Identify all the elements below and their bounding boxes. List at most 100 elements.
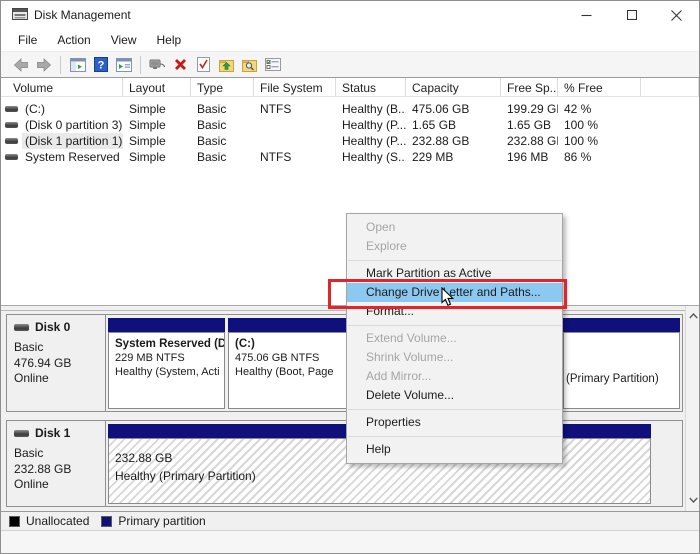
column-header-pct-free[interactable]: % Free <box>558 78 641 96</box>
cell-free-space: 196 MB <box>501 149 558 165</box>
primary-partition-swatch <box>101 516 112 527</box>
cell-capacity: 1.65 GB <box>406 117 501 133</box>
cell-file-system <box>254 117 336 133</box>
menu-item-properties[interactable]: Properties <box>347 413 562 432</box>
disk0-partition3[interactable]: (Primary Partition) <box>563 332 680 409</box>
volume-row-c[interactable]: (C:) Simple Basic NTFS Healthy (B... 475… <box>1 101 699 117</box>
cell-layout: Simple <box>123 133 191 149</box>
cell-file-system: NTFS <box>254 101 336 117</box>
menu-help[interactable]: Help <box>149 30 190 51</box>
menu-item-help[interactable]: Help <box>347 440 562 459</box>
cell-free-space: 232.88 GB <box>501 133 558 149</box>
cell-pct-free: 100 % <box>558 117 641 133</box>
volume-list-header: Volume Layout Type File System Status Ca… <box>1 78 699 97</box>
menu-separator <box>347 256 562 264</box>
volume-name: (Disk 0 partition 3) <box>22 117 123 133</box>
maximize-button[interactable] <box>609 1 655 29</box>
column-header-type[interactable]: Type <box>191 78 254 96</box>
close-icon <box>671 10 682 21</box>
column-header-file-system[interactable]: File System <box>254 78 336 96</box>
column-header-filler <box>641 78 699 96</box>
disk-status: Online <box>14 477 105 493</box>
menu-separator <box>347 432 562 440</box>
cell-free-space: 1.65 GB <box>501 117 558 133</box>
toolbar-separator <box>140 56 141 74</box>
disk1-header[interactable]: Disk 1 Basic 232.88 GB Online <box>7 421 106 506</box>
column-header-volume[interactable]: Volume <box>1 78 123 96</box>
cell-type: Basic <box>191 133 254 149</box>
volume-row-disk0-part3[interactable]: (Disk 0 partition 3) Simple Basic Health… <box>1 117 699 133</box>
legend-primary-label: Primary partition <box>118 514 205 528</box>
forward-icon <box>36 58 52 72</box>
folder-search-icon <box>242 58 257 72</box>
cell-status: Healthy (B... <box>336 101 406 117</box>
disk-size: 232.88 GB <box>14 462 105 478</box>
cursor-arrow-icon <box>441 287 455 307</box>
cell-capacity: 229 MB <box>406 149 501 165</box>
disk0-partition1-bar <box>108 318 225 332</box>
context-menu: Open Explore Mark Partition as Active Ch… <box>346 213 563 464</box>
volume-name: (C:) <box>22 101 48 117</box>
menu-item-open: Open <box>347 218 562 237</box>
help-button[interactable]: ? <box>89 54 112 76</box>
chevron-down-icon <box>689 497 698 503</box>
volume-icon <box>5 122 18 128</box>
minimize-button[interactable] <box>563 1 609 29</box>
column-header-capacity[interactable]: Capacity <box>406 78 501 96</box>
close-button[interactable] <box>653 1 699 29</box>
volume-icon <box>5 154 18 160</box>
menu-item-explore: Explore <box>347 237 562 256</box>
forward-button[interactable] <box>32 54 55 76</box>
app-icon <box>12 8 28 25</box>
partition-status: Healthy (System, Acti <box>109 364 224 378</box>
cell-type: Basic <box>191 101 254 117</box>
folder-search-button[interactable] <box>238 54 261 76</box>
menu-file[interactable]: File <box>10 30 45 51</box>
cell-layout: Simple <box>123 117 191 133</box>
column-header-layout[interactable]: Layout <box>123 78 191 96</box>
disk0-partition1[interactable]: System Reserved (D 229 MB NTFS Healthy (… <box>108 332 225 409</box>
volume-row-system-reserved[interactable]: System Reserved ... Simple Basic NTFS He… <box>1 149 699 165</box>
legend-unallocated-label: Unallocated <box>26 514 89 528</box>
menu-bar: File Action View Help <box>1 29 699 52</box>
menu-separator <box>347 321 562 329</box>
disk-type: Basic <box>14 446 105 462</box>
volume-name: (Disk 1 partition 1) <box>22 133 123 149</box>
menu-item-extend-volume: Extend Volume... <box>347 329 562 348</box>
show-console-tree-button[interactable] <box>66 54 89 76</box>
status-bar <box>1 530 699 553</box>
scroll-down-button[interactable] <box>686 492 700 508</box>
disk-icon <box>14 324 29 331</box>
view-options-button[interactable] <box>261 54 284 76</box>
console-window-button[interactable] <box>112 54 135 76</box>
back-button[interactable] <box>9 54 32 76</box>
folder-up-button[interactable] <box>215 54 238 76</box>
delete-button[interactable] <box>169 54 192 76</box>
unallocated-swatch <box>9 516 20 527</box>
menu-view[interactable]: View <box>103 30 145 51</box>
disk0-header[interactable]: Disk 0 Basic 476.94 GB Online <box>7 315 106 411</box>
mouse-cursor <box>441 287 455 310</box>
volume-icon <box>5 106 18 112</box>
remote-computer-button[interactable] <box>146 54 169 76</box>
disk-management-window: Disk Management File Action View Help ? <box>0 0 700 554</box>
window-title: Disk Management <box>34 8 131 22</box>
check-document-button[interactable] <box>192 54 215 76</box>
cell-status: Healthy (P... <box>336 117 406 133</box>
view-options-icon <box>265 58 281 71</box>
menu-item-delete-volume[interactable]: Delete Volume... <box>347 386 562 405</box>
scroll-up-button[interactable] <box>686 308 700 324</box>
menu-separator <box>347 405 562 413</box>
volume-name: System Reserved ... <box>22 149 123 165</box>
partition-status: (Primary Partition) <box>564 333 679 385</box>
column-header-free-space[interactable]: Free Sp... <box>501 78 558 96</box>
cell-pct-free: 42 % <box>558 101 641 117</box>
cell-pct-free: 100 % <box>558 133 641 149</box>
menu-action[interactable]: Action <box>49 30 98 51</box>
volume-row-disk1-part1-selected[interactable]: (Disk 1 partition 1) Simple Basic Health… <box>1 133 699 149</box>
cell-capacity: 475.06 GB <box>406 101 501 117</box>
chevron-up-icon <box>689 313 698 319</box>
column-header-status[interactable]: Status <box>336 78 406 96</box>
vertical-scrollbar[interactable] <box>685 306 700 511</box>
cell-pct-free: 86 % <box>558 149 641 165</box>
